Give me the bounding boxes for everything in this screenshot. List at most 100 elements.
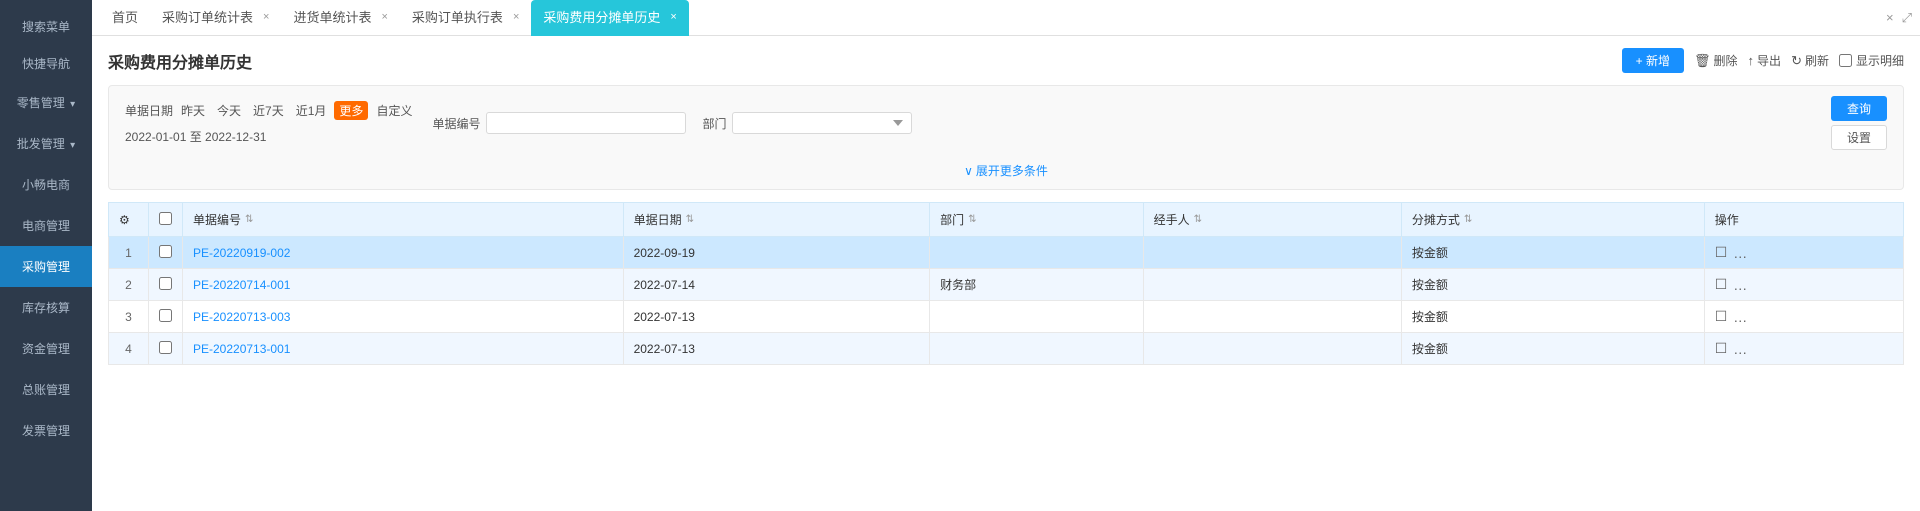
- th-bill-no[interactable]: 单据编号 ⇅: [183, 203, 624, 237]
- date-btn-7days[interactable]: 近7天: [249, 101, 288, 120]
- date-btn-1month[interactable]: 近1月: [292, 101, 331, 120]
- action-buttons: ☐ …: [1715, 276, 1893, 293]
- sidebar-item-purchase[interactable]: 采购管理: [0, 246, 92, 287]
- action-buttons: ☐ …: [1715, 244, 1893, 261]
- row-checkbox[interactable]: [159, 245, 172, 258]
- bill-no-link[interactable]: PE-20220713-003: [193, 310, 290, 324]
- th-action: 操作: [1704, 203, 1903, 237]
- cell-handler: [1143, 333, 1401, 365]
- bill-no-link[interactable]: PE-20220919-002: [193, 246, 290, 260]
- sidebar-item-ledger[interactable]: 总账管理: [0, 369, 92, 410]
- tab-purchase-order-stat[interactable]: 采购订单统计表 ×: [150, 0, 281, 36]
- refresh-icon: ↻: [1791, 53, 1802, 69]
- maximize-icon[interactable]: ⤢: [1902, 10, 1912, 26]
- sidebar-item-inventory[interactable]: 库存核算: [0, 287, 92, 328]
- bill-no-input[interactable]: [486, 112, 686, 134]
- page-title-bar: 采购费用分摊单历史 + 新增 🗑 删除 ↑ 导出 ↻ 刷新 显示明细: [108, 48, 1904, 73]
- row-checkbox-cell[interactable]: [149, 237, 183, 269]
- tab-purchase-cost-history[interactable]: 采购费用分摊单历史 ×: [531, 0, 688, 36]
- date-filter-label: 单据日期: [125, 102, 173, 119]
- th-split-method[interactable]: 分摊方式 ⇅: [1401, 203, 1704, 237]
- edit-icon[interactable]: ☐: [1715, 244, 1728, 261]
- date-btn-today[interactable]: 今天: [213, 101, 245, 120]
- chevron-icon: ▾: [70, 99, 75, 110]
- sidebar-item-wholesale[interactable]: 批发管理 ▾: [0, 123, 92, 164]
- edit-icon[interactable]: ☐: [1715, 276, 1728, 293]
- date-filter-row: 单据日期 昨天 今天 近7天 近1月 更多 自定义: [125, 101, 416, 120]
- th-handler[interactable]: 经手人 ⇅: [1143, 203, 1401, 237]
- th-settings[interactable]: ⚙: [109, 203, 149, 237]
- delete-button[interactable]: 🗑 删除: [1694, 52, 1738, 69]
- export-button[interactable]: ↑ 导出: [1748, 52, 1782, 69]
- row-checkbox-cell[interactable]: [149, 301, 183, 333]
- tab-close-icon[interactable]: ×: [513, 11, 519, 23]
- date-quick-btns: 昨天 今天 近7天 近1月 更多 自定义: [177, 101, 416, 120]
- filter-actions: 查询 设置: [1831, 96, 1887, 150]
- show-cols-checkbox[interactable]: [1839, 54, 1852, 67]
- cell-date: 2022-07-14: [623, 269, 930, 301]
- tab-close-icon[interactable]: ×: [381, 11, 387, 23]
- row-checkbox[interactable]: [159, 341, 172, 354]
- date-btn-custom[interactable]: 自定义: [372, 101, 416, 120]
- sidebar-item-search[interactable]: 搜索菜单: [0, 8, 92, 45]
- sort-icon: ⇅: [245, 214, 253, 225]
- sidebar-item-ecom-small[interactable]: 小畅电商: [0, 164, 92, 205]
- table-row: 2 PE-20220714-001 2022-07-14 财务部 按金额 ☐ …: [109, 269, 1904, 301]
- row-num: 4: [109, 333, 149, 365]
- tab-close-icon[interactable]: ×: [670, 11, 676, 23]
- tab-home[interactable]: 首页: [100, 0, 150, 36]
- row-checkbox[interactable]: [159, 309, 172, 322]
- tab-purchase-exec[interactable]: 采购订单执行表 ×: [400, 0, 531, 36]
- cell-date: 2022-09-19: [623, 237, 930, 269]
- setting-button[interactable]: 设置: [1831, 125, 1887, 150]
- cell-handler: [1143, 237, 1401, 269]
- cell-bill-no: PE-20220713-003: [183, 301, 624, 333]
- tab-stock-stat[interactable]: 进货单统计表 ×: [281, 0, 399, 36]
- sidebar-item-ecom[interactable]: 电商管理: [0, 205, 92, 246]
- row-checkbox[interactable]: [159, 277, 172, 290]
- cell-dept: [930, 301, 1144, 333]
- sidebar-item-invoice[interactable]: 发票管理: [0, 410, 92, 451]
- expand-filter-btn[interactable]: ∨ 展开更多条件: [964, 162, 1048, 179]
- sidebar-item-finance[interactable]: 资金管理: [0, 328, 92, 369]
- data-table: ⚙ 单据编号 ⇅ 单据日期 ⇅: [108, 202, 1904, 365]
- edit-icon[interactable]: ☐: [1715, 340, 1728, 357]
- date-btn-yesterday[interactable]: 昨天: [177, 101, 209, 120]
- export-icon: ↑: [1748, 53, 1755, 68]
- add-button[interactable]: + 新增: [1622, 48, 1684, 73]
- cell-date: 2022-07-13: [623, 301, 930, 333]
- search-button[interactable]: 查询: [1831, 96, 1887, 121]
- more-icon[interactable]: …: [1733, 309, 1747, 325]
- cell-action: ☐ …: [1704, 269, 1903, 301]
- settings-gear-icon[interactable]: ⚙: [119, 213, 130, 227]
- tab-close-icon[interactable]: ×: [263, 11, 269, 23]
- select-all-checkbox[interactable]: [159, 212, 172, 225]
- row-checkbox-cell[interactable]: [149, 333, 183, 365]
- main-content: 首页 采购订单统计表 × 进货单统计表 × 采购订单执行表 × 采购费用分摊单历…: [92, 0, 1920, 511]
- close-tab-icon[interactable]: ×: [1886, 10, 1894, 25]
- row-num: 1: [109, 237, 149, 269]
- bill-no-link[interactable]: PE-20220713-001: [193, 342, 290, 356]
- th-checkbox[interactable]: [149, 203, 183, 237]
- th-dept[interactable]: 部门 ⇅: [930, 203, 1144, 237]
- edit-icon[interactable]: ☐: [1715, 308, 1728, 325]
- cell-action: ☐ …: [1704, 237, 1903, 269]
- row-checkbox-cell[interactable]: [149, 269, 183, 301]
- sidebar-item-retail[interactable]: 零售管理 ▾: [0, 82, 92, 123]
- cell-action: ☐ …: [1704, 301, 1903, 333]
- show-cols-toggle[interactable]: 显示明细: [1839, 52, 1904, 69]
- more-icon[interactable]: …: [1733, 277, 1747, 293]
- cell-bill-no: PE-20220713-001: [183, 333, 624, 365]
- more-icon[interactable]: …: [1733, 341, 1747, 357]
- dept-select[interactable]: 财务部: [732, 112, 912, 134]
- cell-dept: [930, 237, 1144, 269]
- sidebar: 搜索菜单 快捷导航 零售管理 ▾ 批发管理 ▾ 小畅电商 电商管理 采购管理 库…: [0, 0, 92, 511]
- refresh-button[interactable]: ↻ 刷新: [1791, 52, 1829, 69]
- page-body: 采购费用分摊单历史 + 新增 🗑 删除 ↑ 导出 ↻ 刷新 显示明细: [92, 36, 1920, 511]
- more-icon[interactable]: …: [1733, 245, 1747, 261]
- tab-bar: 首页 采购订单统计表 × 进货单统计表 × 采购订单执行表 × 采购费用分摊单历…: [92, 0, 1920, 36]
- bill-no-link[interactable]: PE-20220714-001: [193, 278, 290, 292]
- date-btn-more[interactable]: 更多: [334, 101, 368, 120]
- th-date[interactable]: 单据日期 ⇅: [623, 203, 930, 237]
- sidebar-item-quicknav[interactable]: 快捷导航: [0, 45, 92, 82]
